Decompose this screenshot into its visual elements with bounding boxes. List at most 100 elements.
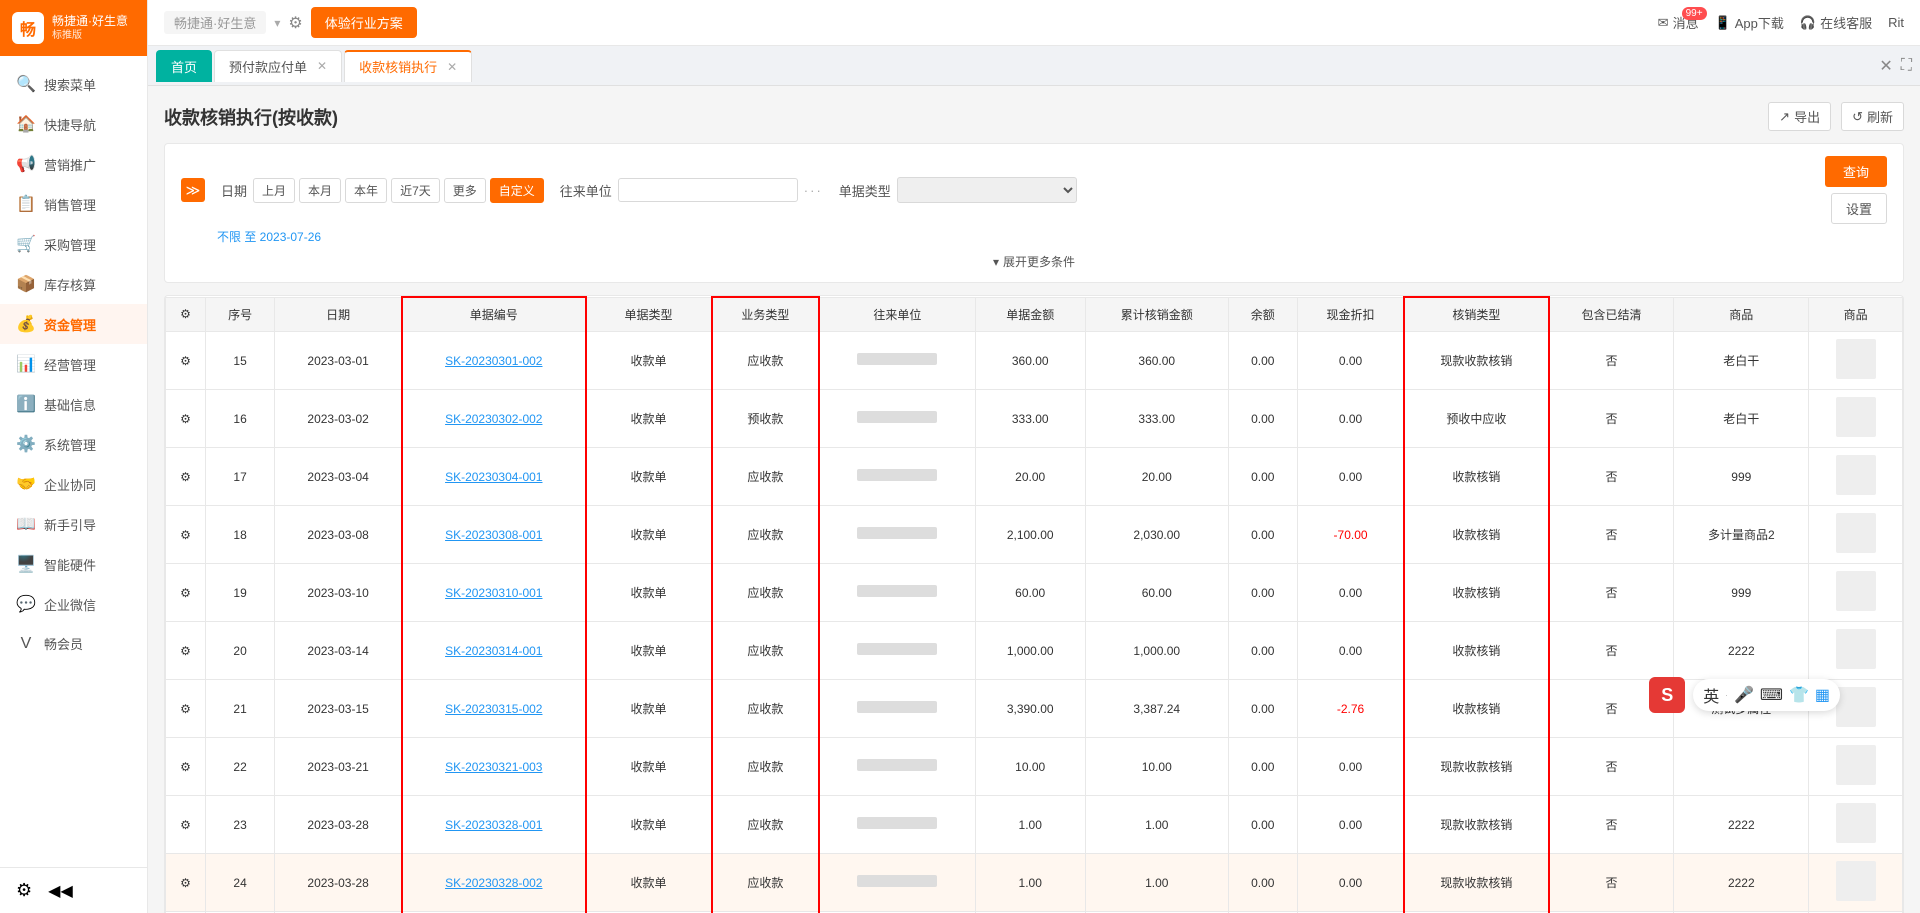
sidebar-item-wechat[interactable]: 💬 企业微信 — [0, 584, 147, 624]
row-goods-2 — [1809, 622, 1903, 680]
th-date: 日期 — [275, 297, 402, 332]
sidebar-item-marketing[interactable]: 📢 营销推广 — [0, 144, 147, 184]
dot-icon: · — [1725, 691, 1728, 700]
row-seq: 24 — [206, 854, 275, 912]
row-settings-cell[interactable]: ⚙ — [166, 854, 206, 912]
row-counterpart — [819, 564, 975, 622]
close-all-tabs-icon[interactable]: ✕ — [1879, 56, 1892, 76]
row-settings-cell[interactable]: ⚙ — [166, 796, 206, 854]
refresh-btn[interactable]: ↺ 刷新 — [1841, 102, 1904, 131]
row-include-settled: 否 — [1549, 796, 1674, 854]
sidebar-item-system[interactable]: ⚙️ 系统管理 — [0, 424, 147, 464]
row-cancel-type: 现款收款核销 — [1404, 738, 1548, 796]
sidebar-item-guide[interactable]: 📖 新手引导 — [0, 504, 147, 544]
row-bill-amount: 1.00 — [975, 854, 1085, 912]
sidebar-item-member[interactable]: V 畅会员 — [0, 624, 147, 663]
online-service-btn[interactable]: 🎧 在线客服 — [1800, 13, 1872, 32]
topbar-right: ✉ 消息 99+ 📱 App下载 🎧 在线客服 Rit — [1658, 13, 1904, 32]
sidebar-item-quicknav[interactable]: 🏠 快捷导航 — [0, 104, 147, 144]
topbar-gear-icon[interactable]: ⚙ — [288, 13, 302, 33]
tab-home[interactable]: 首页 — [156, 50, 212, 82]
row-settings-cell[interactable]: ⚙ — [166, 622, 206, 680]
bill-type-select[interactable] — [897, 177, 1077, 203]
row-date: 2023-03-01 — [275, 332, 402, 390]
collapse-icon[interactable]: ◀◀ — [48, 881, 73, 901]
row-date: 2023-03-10 — [275, 564, 402, 622]
system-icon: ⚙️ — [16, 434, 36, 454]
row-bill-amount: 20.00 — [975, 448, 1085, 506]
guide-icon: 📖 — [16, 514, 36, 534]
enterprise-icon: 🤝 — [16, 474, 36, 494]
bill-no-link[interactable]: SK-20230328-001 — [445, 818, 542, 832]
row-biz-type: 应收款 — [712, 680, 820, 738]
expand-conditions-btn[interactable]: ▾ 展开更多条件 — [993, 253, 1075, 270]
bill-no-link[interactable]: SK-20230328-002 — [445, 876, 542, 890]
filter-settings-btn[interactable]: 设置 — [1831, 193, 1887, 224]
date-this-year-btn[interactable]: 本年 — [345, 178, 387, 203]
row-settings-cell[interactable]: ⚙ — [166, 738, 206, 796]
bill-no-link[interactable]: SK-20230314-001 — [445, 644, 542, 658]
bill-no-link[interactable]: SK-20230301-002 — [445, 354, 542, 368]
query-btn[interactable]: 查询 — [1825, 156, 1887, 187]
sidebar-item-finance[interactable]: 💰 资金管理 — [0, 304, 147, 344]
row-cumulative-cancel: 2,030.00 — [1085, 506, 1228, 564]
date-this-month-btn[interactable]: 本月 — [299, 178, 341, 203]
logo-text: 畅捷通·好生意 标推版 — [52, 14, 128, 43]
export-btn[interactable]: ↗ 导出 — [1768, 102, 1831, 131]
row-bill-type: 收款单 — [586, 796, 712, 854]
sidebar-item-operations[interactable]: 📊 经营管理 — [0, 344, 147, 384]
date-custom-btn[interactable]: 自定义 — [490, 178, 544, 203]
maximize-icon[interactable]: ⛶ — [1901, 57, 1912, 75]
settings-footer-icon[interactable]: ⚙ — [16, 880, 32, 901]
tab-prepay[interactable]: 预付款应付单 ✕ — [214, 50, 342, 82]
row-settings-cell[interactable]: ⚙ — [166, 506, 206, 564]
date-7days-btn[interactable]: 近7天 — [391, 178, 440, 203]
row-bill-no: SK-20230301-002 — [402, 332, 586, 390]
row-biz-type: 预收款 — [712, 390, 820, 448]
sidebar-item-enterprise[interactable]: 🤝 企业协同 — [0, 464, 147, 504]
sidebar-item-sales[interactable]: 📋 销售管理 — [0, 184, 147, 224]
sidebar-item-hardware[interactable]: 🖥️ 智能硬件 — [0, 544, 147, 584]
app-download-btn[interactable]: 📱 App下载 — [1715, 13, 1784, 32]
bill-no-link[interactable]: SK-20230321-003 — [445, 760, 542, 774]
sidebar-item-purchase[interactable]: 🛒 采购管理 — [0, 224, 147, 264]
bill-no-link[interactable]: SK-20230308-001 — [445, 528, 542, 542]
row-goods-1: 2222 — [1674, 796, 1809, 854]
row-include-settled: 否 — [1549, 390, 1674, 448]
sidebar-item-search[interactable]: 🔍 搜索菜单 — [0, 64, 147, 104]
row-settings-cell[interactable]: ⚙ — [166, 680, 206, 738]
filter-collapse-btn[interactable]: ≫ — [181, 178, 205, 202]
sidebar-item-basic[interactable]: ℹ️ 基础信息 — [0, 384, 147, 424]
bill-no-link[interactable]: SK-20230310-001 — [445, 586, 542, 600]
row-counterpart — [819, 680, 975, 738]
date-last-month-btn[interactable]: 上月 — [253, 178, 295, 203]
counterpart-input[interactable] — [618, 178, 798, 202]
row-seq: 15 — [206, 332, 275, 390]
dropdown-icon[interactable]: ▾ — [274, 16, 280, 30]
sales-icon: 📋 — [16, 194, 36, 214]
industry-btn[interactable]: 体验行业方案 — [311, 7, 417, 38]
export-icon: ↗ — [1779, 109, 1790, 125]
basic-icon: ℹ️ — [16, 394, 36, 414]
row-settings-cell[interactable]: ⚙ — [166, 390, 206, 448]
tab-prepay-close[interactable]: ✕ — [317, 59, 327, 73]
sidebar-nav: 🔍 搜索菜单 🏠 快捷导航 📢 营销推广 📋 销售管理 🛒 采购管理 📦 库存核… — [0, 56, 147, 867]
th-settings[interactable]: ⚙ — [166, 297, 206, 332]
sidebar-item-inventory[interactable]: 📦 库存核算 — [0, 264, 147, 304]
tab-receipts[interactable]: 收款核销执行 ✕ — [344, 50, 472, 82]
mic-icon: 🎤 — [1734, 685, 1754, 705]
message-btn[interactable]: ✉ 消息 99+ — [1658, 13, 1699, 32]
row-settings-cell[interactable]: ⚙ — [166, 448, 206, 506]
date-more-btn[interactable]: 更多 — [444, 178, 486, 203]
purchase-icon: 🛒 — [16, 234, 36, 254]
row-goods-1 — [1674, 738, 1809, 796]
bill-no-link[interactable]: SK-20230302-002 — [445, 412, 542, 426]
row-cash-discount: 0.00 — [1297, 564, 1404, 622]
bill-no-link[interactable]: SK-20230315-002 — [445, 702, 542, 716]
row-settings-cell[interactable]: ⚙ — [166, 564, 206, 622]
message-icon: ✉ — [1658, 15, 1669, 31]
row-settings-cell[interactable]: ⚙ — [166, 332, 206, 390]
bill-no-link[interactable]: SK-20230304-001 — [445, 470, 542, 484]
row-cumulative-cancel: 10.00 — [1085, 738, 1228, 796]
tab-receipts-close[interactable]: ✕ — [447, 60, 457, 74]
